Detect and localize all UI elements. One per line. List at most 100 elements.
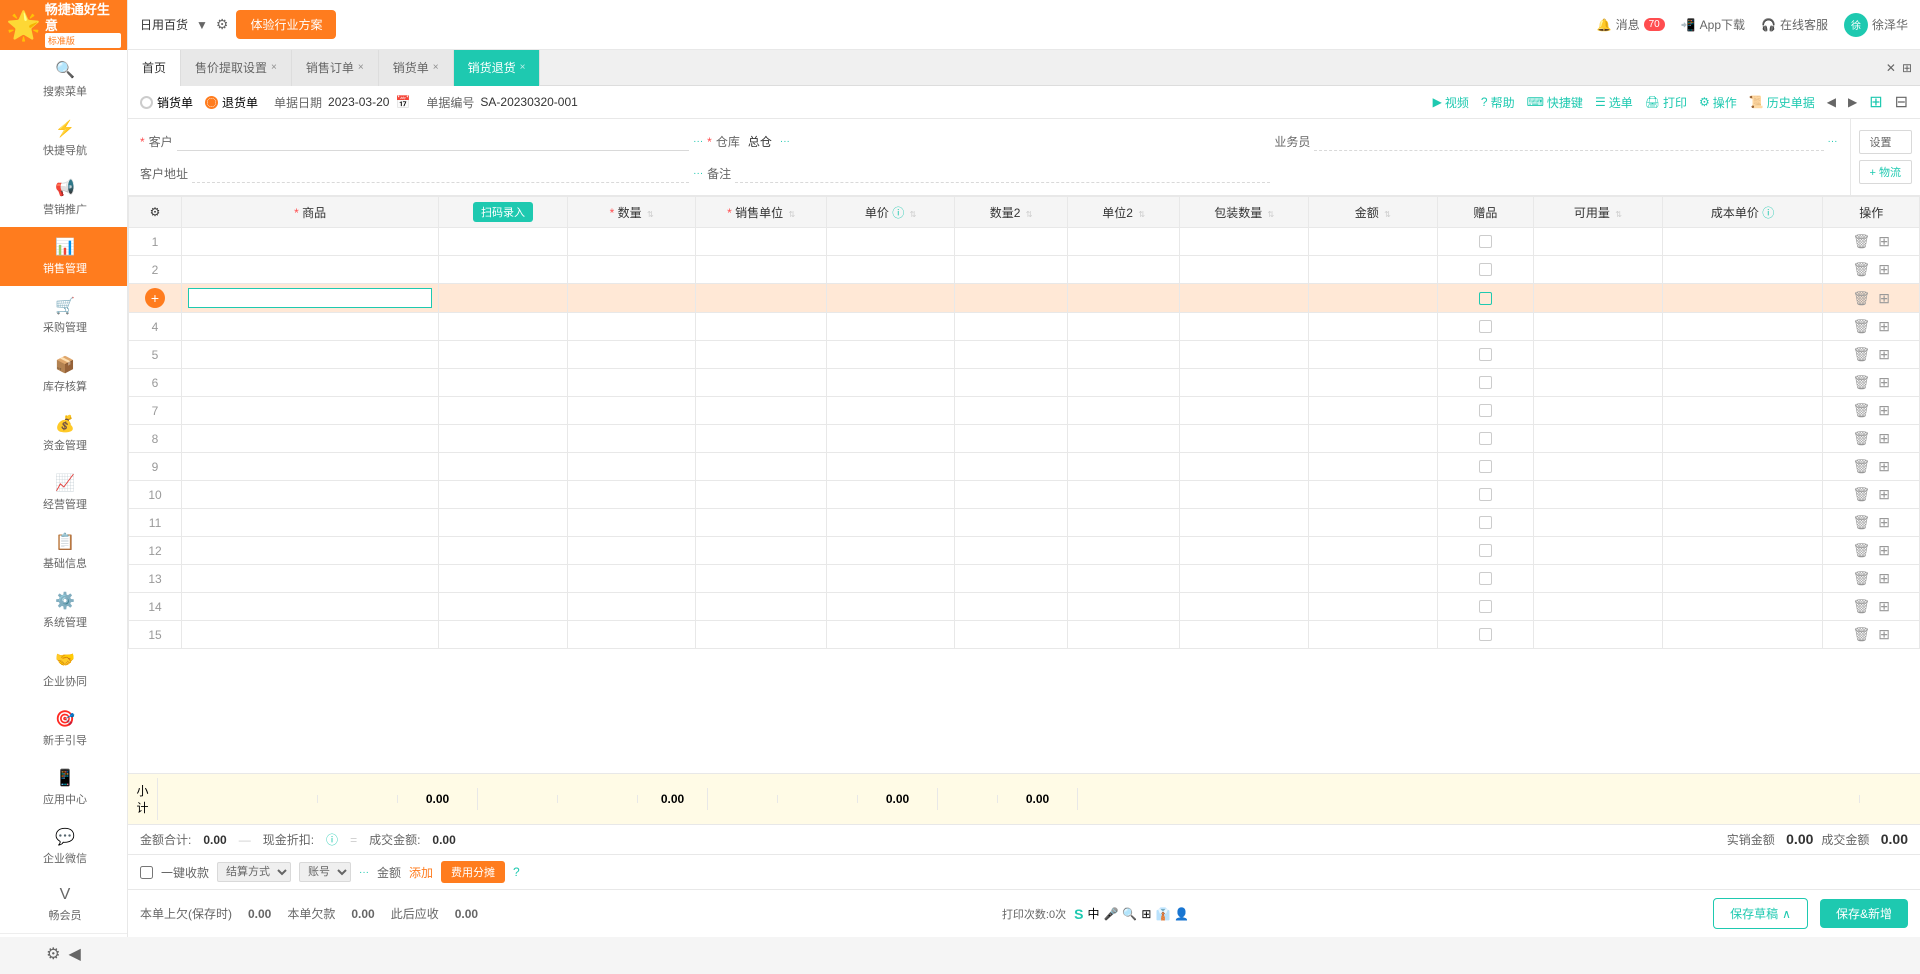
unit2-cell-13[interactable] <box>1067 565 1180 593</box>
sidebar-item-system[interactable]: ⚙️ 系统管理 <box>0 581 127 640</box>
delete-row-btn-10[interactable]: 🗑 <box>1852 486 1870 503</box>
customer-service-item[interactable]: 🎧 在线客服 <box>1761 16 1828 33</box>
gift-cell-2[interactable] <box>1437 256 1533 284</box>
product-cell-5[interactable] <box>182 341 439 369</box>
copy-row-btn-8[interactable]: ⊞ <box>1878 430 1890 447</box>
sidebar-item-shortcut[interactable]: ⚡ 快捷导航 <box>0 109 127 168</box>
qty2-cell-3[interactable] <box>955 284 1068 313</box>
sidebar-item-member[interactable]: V 畅会员 <box>0 876 127 933</box>
sales-unit-cell-14[interactable] <box>696 593 826 621</box>
unit-price-cell-7[interactable] <box>826 397 955 425</box>
one-click-payment-checkbox[interactable] <box>140 866 153 879</box>
sidebar-item-inventory[interactable]: 📦 库存核算 <box>0 345 127 404</box>
unit2-cell-2[interactable] <box>1067 256 1180 284</box>
delete-row-btn-12[interactable]: 🗑 <box>1852 542 1870 559</box>
tab-sales-delivery-close[interactable]: × <box>433 62 439 73</box>
available-cell-10[interactable] <box>1534 481 1663 509</box>
customer-input[interactable] <box>177 132 689 151</box>
qty2-cell-4[interactable] <box>955 313 1068 341</box>
sidebar-item-enterprise[interactable]: 🤝 企业协同 <box>0 640 127 699</box>
gift-cell-7[interactable] <box>1437 397 1533 425</box>
quantity-cell-9[interactable] <box>567 453 696 481</box>
cost-unit-cell-1[interactable] <box>1662 228 1823 256</box>
amount-cell-5[interactable] <box>1309 341 1438 369</box>
qty2-cell-5[interactable] <box>955 341 1068 369</box>
sales-unit-cell-9[interactable] <box>696 453 826 481</box>
cost-unit-cell-10[interactable] <box>1662 481 1823 509</box>
person-icon[interactable]: 👤 <box>1174 907 1189 921</box>
action-video[interactable]: ▶视频 <box>1433 94 1469 111</box>
cost-unit-cell-11[interactable] <box>1662 509 1823 537</box>
cost-unit-cell-12[interactable] <box>1662 537 1823 565</box>
unit2-cell-4[interactable] <box>1067 313 1180 341</box>
gift-cell-1[interactable] <box>1437 228 1533 256</box>
nav-dropdown-icon[interactable]: ▼ <box>196 18 208 32</box>
cost-unit-cell-2[interactable] <box>1662 256 1823 284</box>
unit-price-cell-14[interactable] <box>826 593 955 621</box>
quantity-cell-3[interactable] <box>567 284 696 313</box>
gift-cell-6[interactable] <box>1437 369 1533 397</box>
scan-input-btn[interactable]: 扫码录入 <box>473 202 533 222</box>
tab-sales-order-close[interactable]: × <box>358 62 364 73</box>
tab-price-setup-close[interactable]: × <box>271 62 277 73</box>
cost-unit-cell-7[interactable] <box>1662 397 1823 425</box>
available-cell-2[interactable] <box>1534 256 1663 284</box>
unit-price-cell-2[interactable] <box>826 256 955 284</box>
view-toggle-list[interactable]: ⊞ <box>1869 92 1882 112</box>
gift-checkbox-6[interactable] <box>1479 376 1492 389</box>
quantity-cell-10[interactable] <box>567 481 696 509</box>
gift-cell-12[interactable] <box>1437 537 1533 565</box>
sales-unit-cell-13[interactable] <box>696 565 826 593</box>
amount-cell-4[interactable] <box>1309 313 1438 341</box>
cost-unit-cell-6[interactable] <box>1662 369 1823 397</box>
tab-sales-order[interactable]: 销售订单 × <box>292 50 379 86</box>
quantity-cell-14[interactable] <box>567 593 696 621</box>
collapse-icon[interactable]: ◀ <box>69 944 81 964</box>
qty2-cell-10[interactable] <box>955 481 1068 509</box>
account-select[interactable]: 账号 <box>299 862 351 882</box>
sales-unit-cell-2[interactable] <box>696 256 826 284</box>
action-shortcut[interactable]: ⌨快捷键 <box>1527 94 1583 111</box>
account-dots-btn[interactable]: ··· <box>359 867 369 878</box>
pack-qty-cell-13[interactable] <box>1180 565 1309 593</box>
delete-row-btn-2[interactable]: 🗑 <box>1852 261 1870 278</box>
tab-sales-return[interactable]: 销货退货 × <box>454 50 541 86</box>
gift-cell-4[interactable] <box>1437 313 1533 341</box>
quantity-cell-1[interactable] <box>567 228 696 256</box>
add-payment-btn[interactable]: 添加 <box>409 864 433 881</box>
unit-price-cell-4[interactable] <box>826 313 955 341</box>
delete-row-btn-13[interactable]: 🗑 <box>1852 570 1870 587</box>
unit2-cell-7[interactable] <box>1067 397 1180 425</box>
amount-cell-9[interactable] <box>1309 453 1438 481</box>
tab-menu-icon[interactable]: ⊞ <box>1902 61 1912 75</box>
gift-cell-5[interactable] <box>1437 341 1533 369</box>
table-icon[interactable]: ⊞ <box>1141 907 1151 921</box>
delete-row-btn-1[interactable]: 🗑 <box>1852 233 1870 250</box>
cost-unit-cell-8[interactable] <box>1662 425 1823 453</box>
radio-return[interactable]: 退货单 <box>205 94 258 111</box>
unit-price-cell-13[interactable] <box>826 565 955 593</box>
settings-icon[interactable]: ⚙ <box>46 944 60 964</box>
amount-cell-15[interactable] <box>1309 621 1438 649</box>
product-cell-14[interactable] <box>182 593 439 621</box>
sidebar-item-apps[interactable]: 📱 应用中心 <box>0 758 127 817</box>
gift-checkbox-11[interactable] <box>1479 516 1492 529</box>
product-cell-15[interactable] <box>182 621 439 649</box>
product-cell-11[interactable] <box>182 509 439 537</box>
gift-cell-3[interactable] <box>1437 284 1533 313</box>
product-cell-4[interactable] <box>182 313 439 341</box>
available-cell-6[interactable] <box>1534 369 1663 397</box>
amount-cell-8[interactable] <box>1309 425 1438 453</box>
address-input[interactable] <box>192 164 689 183</box>
sidebar-item-purchase[interactable]: 🛒 采购管理 <box>0 286 127 345</box>
app-download-item[interactable]: 📲 App下载 <box>1681 16 1745 33</box>
product-cell-12[interactable] <box>182 537 439 565</box>
copy-row-btn-9[interactable]: ⊞ <box>1878 458 1890 475</box>
product-cell-9[interactable] <box>182 453 439 481</box>
mic-icon[interactable]: 🎤 <box>1103 907 1118 921</box>
copy-row-btn-2[interactable]: ⊞ <box>1878 261 1890 278</box>
remark-input[interactable] <box>735 164 1270 183</box>
sales-unit-cell-4[interactable] <box>696 313 826 341</box>
unit2-cell-11[interactable] <box>1067 509 1180 537</box>
customer-dots-btn[interactable]: ··· <box>693 136 703 147</box>
